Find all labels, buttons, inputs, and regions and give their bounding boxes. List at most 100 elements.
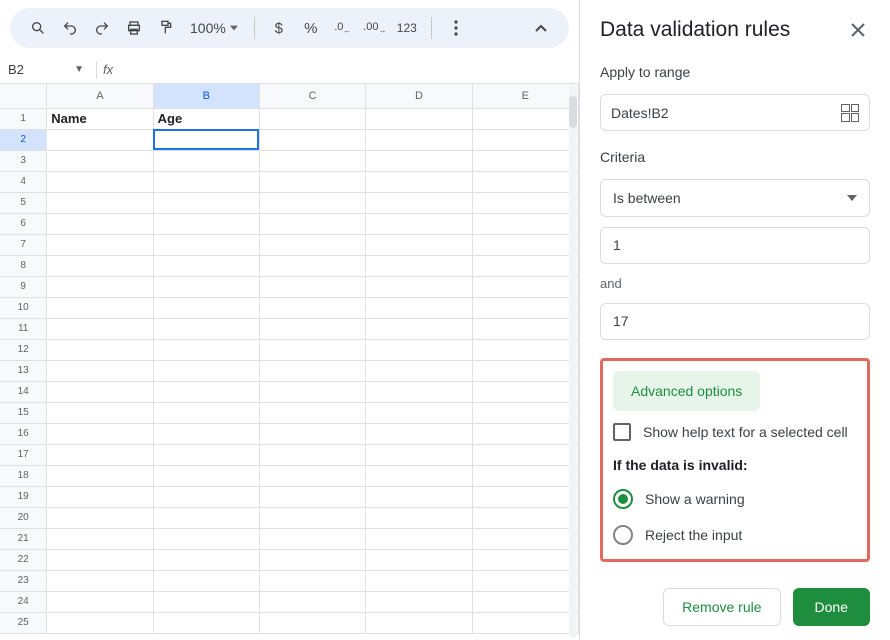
row-header[interactable]: 3 [0,150,47,171]
cell[interactable] [47,129,153,150]
column-header[interactable]: B [153,84,259,108]
reject-input-radio[interactable] [613,525,633,545]
cell[interactable] [472,150,578,171]
cell[interactable] [366,507,472,528]
cell[interactable] [472,570,578,591]
cell[interactable] [259,213,365,234]
cell[interactable] [259,297,365,318]
cell[interactable] [366,570,472,591]
cell[interactable] [47,570,153,591]
column-header[interactable]: D [366,84,472,108]
cell[interactable] [153,444,259,465]
cell[interactable] [47,423,153,444]
cell[interactable] [153,402,259,423]
row-header[interactable]: 7 [0,234,47,255]
cell[interactable] [153,171,259,192]
done-button[interactable]: Done [793,588,870,626]
scrollbar-thumb[interactable] [569,96,577,128]
remove-rule-button[interactable]: Remove rule [663,588,780,626]
cell[interactable] [259,339,365,360]
cell[interactable] [472,171,578,192]
cell[interactable] [366,108,472,129]
undo-icon[interactable] [56,14,84,42]
cell[interactable] [153,255,259,276]
cell[interactable] [259,381,365,402]
column-header[interactable]: A [47,84,153,108]
increase-decimal-icon[interactable]: .00→ [361,14,389,42]
zoom-dropdown[interactable]: 100% [184,20,244,36]
row-header[interactable]: 18 [0,465,47,486]
more-icon[interactable] [442,14,470,42]
cell[interactable] [472,402,578,423]
cell[interactable] [472,549,578,570]
cell[interactable] [259,234,365,255]
cell[interactable] [153,129,259,150]
cell[interactable]: Age [153,108,259,129]
row-header[interactable]: 5 [0,192,47,213]
cell[interactable] [366,381,472,402]
cell[interactable] [153,339,259,360]
currency-icon[interactable]: $ [265,14,293,42]
criteria-min-input[interactable] [600,227,870,264]
cell[interactable] [153,486,259,507]
cell[interactable] [259,171,365,192]
row-header[interactable]: 10 [0,297,47,318]
row-header[interactable]: 14 [0,381,47,402]
cell[interactable] [47,339,153,360]
show-help-text-checkbox[interactable] [613,423,631,441]
close-icon[interactable] [846,18,870,42]
cell[interactable] [153,423,259,444]
row-header[interactable]: 22 [0,549,47,570]
cell[interactable] [259,423,365,444]
cell[interactable] [366,213,472,234]
cell[interactable] [153,234,259,255]
cell[interactable] [472,528,578,549]
cell[interactable] [472,423,578,444]
cell[interactable] [366,423,472,444]
cell[interactable] [47,612,153,633]
cell[interactable] [259,486,365,507]
vertical-scrollbar[interactable] [569,86,577,638]
cell[interactable] [47,444,153,465]
show-warning-radio[interactable] [613,489,633,509]
cell[interactable] [366,444,472,465]
cell[interactable] [366,255,472,276]
cell[interactable] [259,360,365,381]
cell[interactable] [366,591,472,612]
cell[interactable] [366,234,472,255]
search-icon[interactable] [24,14,52,42]
row-header[interactable]: 6 [0,213,47,234]
cell[interactable] [366,486,472,507]
cell[interactable] [366,612,472,633]
cell[interactable] [472,507,578,528]
cell[interactable] [472,234,578,255]
criteria-max-input[interactable] [600,303,870,340]
cell[interactable] [153,570,259,591]
cell[interactable] [472,591,578,612]
cell[interactable] [153,297,259,318]
cell[interactable]: Name [47,108,153,129]
cell[interactable] [366,297,472,318]
cell[interactable] [472,192,578,213]
cell[interactable] [47,150,153,171]
paint-format-icon[interactable] [152,14,180,42]
cell[interactable] [153,528,259,549]
cell[interactable] [472,108,578,129]
cell[interactable] [47,171,153,192]
cell[interactable] [153,465,259,486]
cell[interactable] [153,507,259,528]
cell[interactable] [366,276,472,297]
cell[interactable] [472,255,578,276]
cell[interactable] [47,528,153,549]
cell[interactable] [153,213,259,234]
cell[interactable] [259,444,365,465]
cell[interactable] [47,276,153,297]
cell[interactable] [259,570,365,591]
criteria-select[interactable]: Is between [600,179,870,216]
cell[interactable] [472,318,578,339]
cell[interactable] [366,360,472,381]
cell[interactable] [153,381,259,402]
row-header[interactable]: 11 [0,318,47,339]
cell[interactable] [153,591,259,612]
cell[interactable] [472,297,578,318]
